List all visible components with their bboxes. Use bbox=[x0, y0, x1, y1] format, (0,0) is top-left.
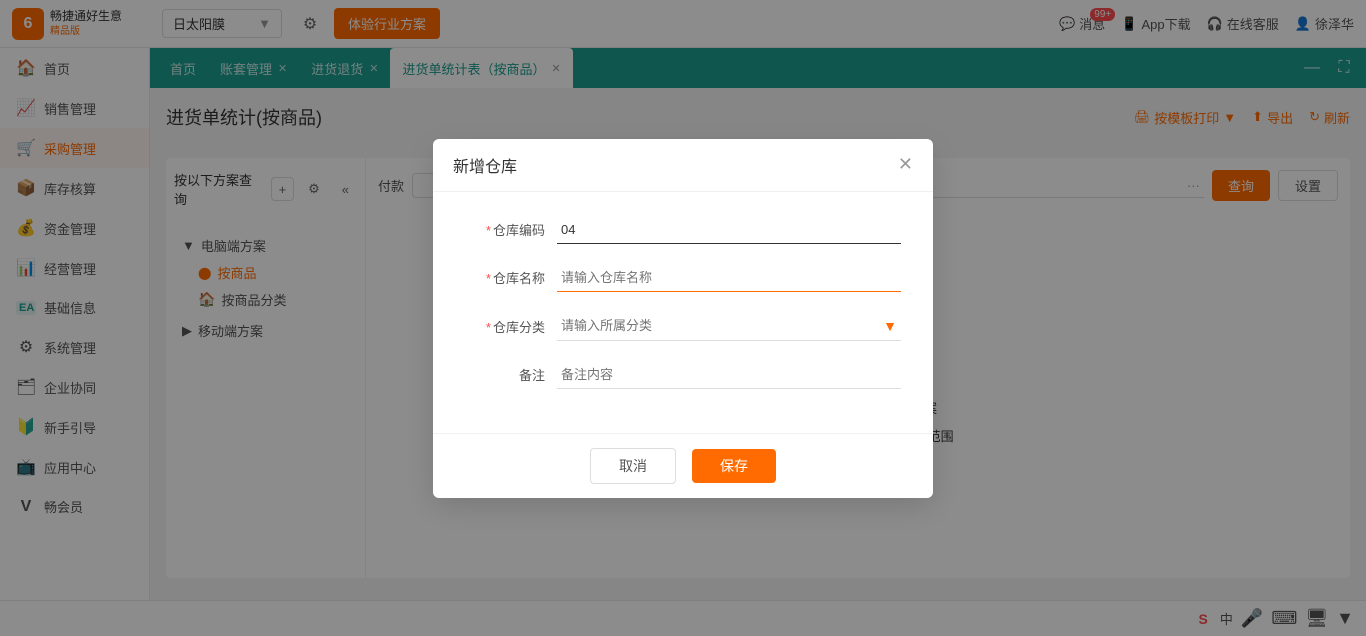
category-control: ▼ bbox=[557, 312, 901, 341]
new-warehouse-dialog: 新增仓库 ✕ 仓库编码 仓库名称 仓库分类 bbox=[433, 139, 933, 498]
category-label: 仓库分类 bbox=[465, 317, 545, 336]
dialog-close-button[interactable]: ✕ bbox=[898, 154, 913, 175]
form-row-code: 仓库编码 bbox=[465, 216, 901, 244]
dialog-body: 仓库编码 仓库名称 仓库分类 ▼ bbox=[433, 192, 933, 433]
dialog-title: 新增仓库 bbox=[453, 153, 517, 177]
dialog-footer: 取消 保存 bbox=[433, 433, 933, 498]
cancel-button[interactable]: 取消 bbox=[590, 448, 676, 484]
code-control bbox=[557, 216, 901, 244]
warehouse-name-input[interactable] bbox=[557, 264, 901, 292]
remark-input[interactable] bbox=[557, 361, 901, 389]
category-select[interactable]: ▼ bbox=[557, 312, 901, 341]
dialog-header: 新增仓库 ✕ bbox=[433, 139, 933, 192]
remark-control bbox=[557, 361, 901, 389]
dialog-overlay: 新增仓库 ✕ 仓库编码 仓库名称 仓库分类 bbox=[0, 0, 1366, 636]
form-row-name: 仓库名称 bbox=[465, 264, 901, 292]
form-row-remark: 备注 bbox=[465, 361, 901, 389]
name-control bbox=[557, 264, 901, 292]
remark-label: 备注 bbox=[465, 365, 545, 384]
save-button[interactable]: 保存 bbox=[692, 449, 776, 483]
name-label: 仓库名称 bbox=[465, 268, 545, 287]
warehouse-code-input[interactable] bbox=[557, 216, 901, 244]
category-dropdown-icon: ▼ bbox=[883, 318, 897, 334]
form-row-category: 仓库分类 ▼ bbox=[465, 312, 901, 341]
code-label: 仓库编码 bbox=[465, 220, 545, 239]
category-input[interactable] bbox=[561, 318, 883, 333]
